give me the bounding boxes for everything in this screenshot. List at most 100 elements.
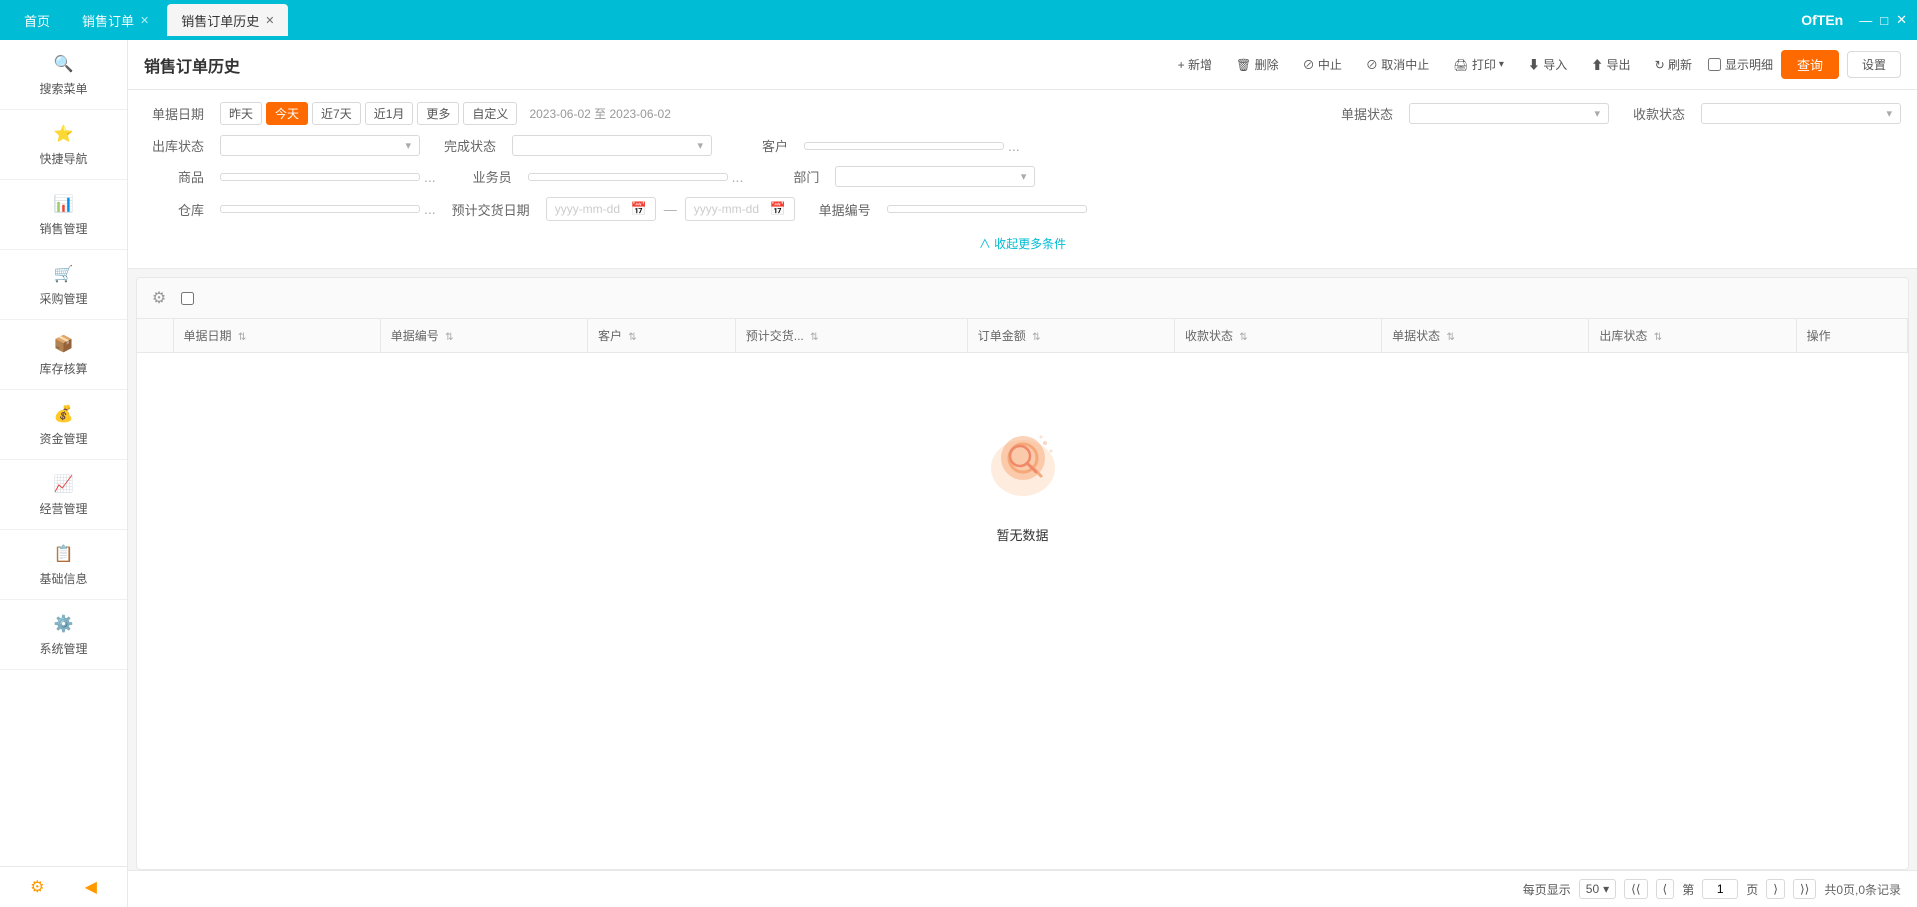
select-all-checkbox[interactable] bbox=[181, 292, 194, 305]
table-area: ⚙ 单据日期 ⇅ 单据编号 ⇅ bbox=[136, 277, 1909, 870]
window-maximize[interactable]: □ bbox=[1880, 13, 1888, 28]
new-button[interactable]: + 新增 bbox=[1170, 52, 1220, 77]
payment-status-select[interactable]: ▾ bbox=[1701, 103, 1901, 124]
sidebar-item-quick-nav[interactable]: ⭐ 快捷导航 bbox=[0, 110, 127, 180]
last-page-button[interactable]: ⟩⟩ bbox=[1793, 879, 1816, 899]
operations-icon: 📈 bbox=[52, 472, 76, 496]
expected-delivery-label: 预计交货日期 bbox=[452, 200, 530, 219]
cancel-stop-button-label: ⊘ 取消中止 bbox=[1366, 56, 1429, 73]
tab-home[interactable]: 首页 bbox=[10, 4, 64, 36]
refresh-button[interactable]: ↻ 刷新 bbox=[1647, 52, 1700, 77]
sidebar-item-sales-mgmt[interactable]: 📊 销售管理 bbox=[0, 180, 127, 250]
current-page-input[interactable] bbox=[1702, 879, 1738, 899]
settings-button[interactable]: 设置 bbox=[1847, 51, 1901, 78]
window-close[interactable]: ✕ bbox=[1896, 12, 1907, 28]
completion-status-select[interactable]: ▾ bbox=[512, 135, 712, 156]
delivery-status-select[interactable]: ▾ bbox=[220, 135, 420, 156]
th-date[interactable]: 单据日期 ⇅ bbox=[173, 319, 380, 353]
payment-status-chevron: ▾ bbox=[1886, 107, 1892, 120]
order-status-select[interactable]: ▾ bbox=[1409, 103, 1609, 124]
sidebar-settings-icon[interactable]: ⚙ bbox=[30, 877, 44, 897]
filter-row-3: 商品 ... 业务员 ... 部门 ▾ bbox=[144, 166, 1901, 187]
empty-icon bbox=[973, 413, 1073, 513]
salesperson-input[interactable] bbox=[528, 173, 728, 181]
sidebar-item-finance[interactable]: 💰 资金管理 bbox=[0, 390, 127, 460]
th-delivery-status[interactable]: 出库状态 ⇅ bbox=[1589, 319, 1796, 353]
sidebar-item-inventory-label: 库存核算 bbox=[39, 360, 87, 377]
salesperson-dots-button[interactable]: ... bbox=[732, 169, 744, 185]
print-button[interactable]: 🖨 打印 ▾ bbox=[1445, 52, 1512, 77]
date-label: 单据日期 bbox=[144, 104, 204, 123]
tab-sales-order-history-close[interactable]: ✕ bbox=[265, 14, 274, 27]
department-label: 部门 bbox=[759, 167, 819, 186]
pagination: 每页显示 50 ▾ ⟨⟨ ⟨ 第 页 ⟩ ⟩⟩ 共0页,0条记录 bbox=[128, 870, 1917, 907]
expected-delivery-end-input[interactable]: yyyy-mm-dd 📅 bbox=[685, 197, 795, 221]
delivery-status-label: 出库状态 bbox=[144, 136, 204, 155]
query-button[interactable]: 查询 bbox=[1781, 50, 1839, 79]
display-detail-control[interactable]: 显示明细 bbox=[1708, 56, 1773, 73]
th-amount[interactable]: 订单金额 ⇅ bbox=[967, 319, 1174, 353]
date-btn-1month[interactable]: 近1月 bbox=[365, 102, 414, 125]
date-btn-7days[interactable]: 近7天 bbox=[312, 102, 361, 125]
warehouse-input[interactable] bbox=[220, 205, 420, 213]
first-page-button[interactable]: ⟨⟨ bbox=[1624, 879, 1647, 899]
th-delivery-date[interactable]: 预计交货... ⇅ bbox=[735, 319, 967, 353]
sidebar-item-operations[interactable]: 📈 经营管理 bbox=[0, 460, 127, 530]
warehouse-dots-button[interactable]: ... bbox=[424, 201, 436, 217]
expected-delivery-start-input[interactable]: yyyy-mm-dd 📅 bbox=[546, 197, 656, 221]
quick-nav-icon: ⭐ bbox=[52, 122, 76, 146]
purchase-mgmt-icon: 🛒 bbox=[52, 262, 76, 286]
date-btn-more[interactable]: 更多 bbox=[417, 102, 459, 125]
customer-dots-button[interactable]: ... bbox=[1008, 138, 1020, 154]
tab-sales-order-label: 销售订单 bbox=[82, 11, 134, 30]
stop-button[interactable]: ⊘ 中止 bbox=[1295, 52, 1350, 77]
department-select[interactable]: ▾ bbox=[835, 166, 1035, 187]
sidebar-item-quick-nav-label: 快捷导航 bbox=[39, 150, 87, 167]
cal-end-icon: 📅 bbox=[770, 201, 786, 217]
warehouse-label: 仓库 bbox=[144, 200, 204, 219]
sidebar-collapse-icon[interactable]: ◀ bbox=[85, 877, 97, 897]
page-suffix-label: 页 bbox=[1746, 881, 1758, 898]
payment-status-label: 收款状态 bbox=[1625, 104, 1685, 123]
sidebar-item-purchase-mgmt[interactable]: 🛒 采购管理 bbox=[0, 250, 127, 320]
salesperson-label: 业务员 bbox=[452, 167, 512, 186]
export-button[interactable]: ⬆ 导出 bbox=[1583, 52, 1638, 77]
sidebar-item-inventory[interactable]: 📦 库存核算 bbox=[0, 320, 127, 390]
brand-label: OfTEn bbox=[1793, 12, 1851, 28]
product-label: 商品 bbox=[144, 167, 204, 186]
sidebar-item-search-menu[interactable]: 🔍 搜索菜单 bbox=[0, 40, 127, 110]
date-btn-custom[interactable]: 自定义 bbox=[463, 102, 517, 125]
window-minimize[interactable]: — bbox=[1859, 13, 1872, 28]
next-page-button[interactable]: ⟩ bbox=[1766, 879, 1785, 899]
product-input[interactable] bbox=[220, 173, 420, 181]
table-header-row: 单据日期 ⇅ 单据编号 ⇅ 客户 ⇅ 预计交货... bbox=[137, 319, 1908, 353]
print-dropdown-icon[interactable]: ▾ bbox=[1499, 59, 1504, 70]
order-number-label: 单据编号 bbox=[811, 200, 871, 219]
page-size-select[interactable]: 50 ▾ bbox=[1579, 879, 1616, 899]
th-customer[interactable]: 客户 ⇅ bbox=[587, 319, 735, 353]
sidebar-item-sys-mgmt[interactable]: ⚙️ 系统管理 bbox=[0, 600, 127, 670]
product-dots-button[interactable]: ... bbox=[424, 169, 436, 185]
date-btn-today[interactable]: 今天 bbox=[266, 102, 308, 125]
date-btn-yesterday[interactable]: 昨天 bbox=[220, 102, 262, 125]
table-settings-icon[interactable]: ⚙ bbox=[145, 284, 173, 312]
tab-sales-order-history[interactable]: 销售订单历史 ✕ bbox=[167, 4, 288, 36]
collapse-more-conditions[interactable]: ∧ 收起更多条件 bbox=[144, 231, 1901, 256]
sort-customer-icon: ⇅ bbox=[628, 332, 636, 343]
th-payment-status[interactable]: 收款状态 ⇅ bbox=[1174, 319, 1381, 353]
prev-page-button[interactable]: ⟨ bbox=[1656, 879, 1675, 899]
order-number-input[interactable] bbox=[887, 205, 1087, 213]
th-number[interactable]: 单据编号 ⇅ bbox=[380, 319, 587, 353]
sidebar-item-base-info[interactable]: 📋 基础信息 bbox=[0, 530, 127, 600]
customer-control: ... bbox=[804, 138, 1020, 154]
cancel-stop-button[interactable]: ⊘ 取消中止 bbox=[1358, 52, 1437, 77]
customer-input[interactable] bbox=[804, 142, 1004, 150]
tab-sales-order-close[interactable]: ✕ bbox=[140, 14, 149, 27]
delete-button[interactable]: 🗑 删除 bbox=[1228, 52, 1287, 77]
tab-sales-order[interactable]: 销售订单 ✕ bbox=[68, 4, 163, 36]
import-button[interactable]: ⬇ 导入 bbox=[1520, 52, 1575, 77]
th-order-status[interactable]: 单据状态 ⇅ bbox=[1382, 319, 1589, 353]
customer-label: 客户 bbox=[728, 136, 788, 155]
display-detail-checkbox[interactable] bbox=[1708, 58, 1721, 71]
top-bar-right: OfTEn — □ ✕ bbox=[1793, 12, 1907, 28]
